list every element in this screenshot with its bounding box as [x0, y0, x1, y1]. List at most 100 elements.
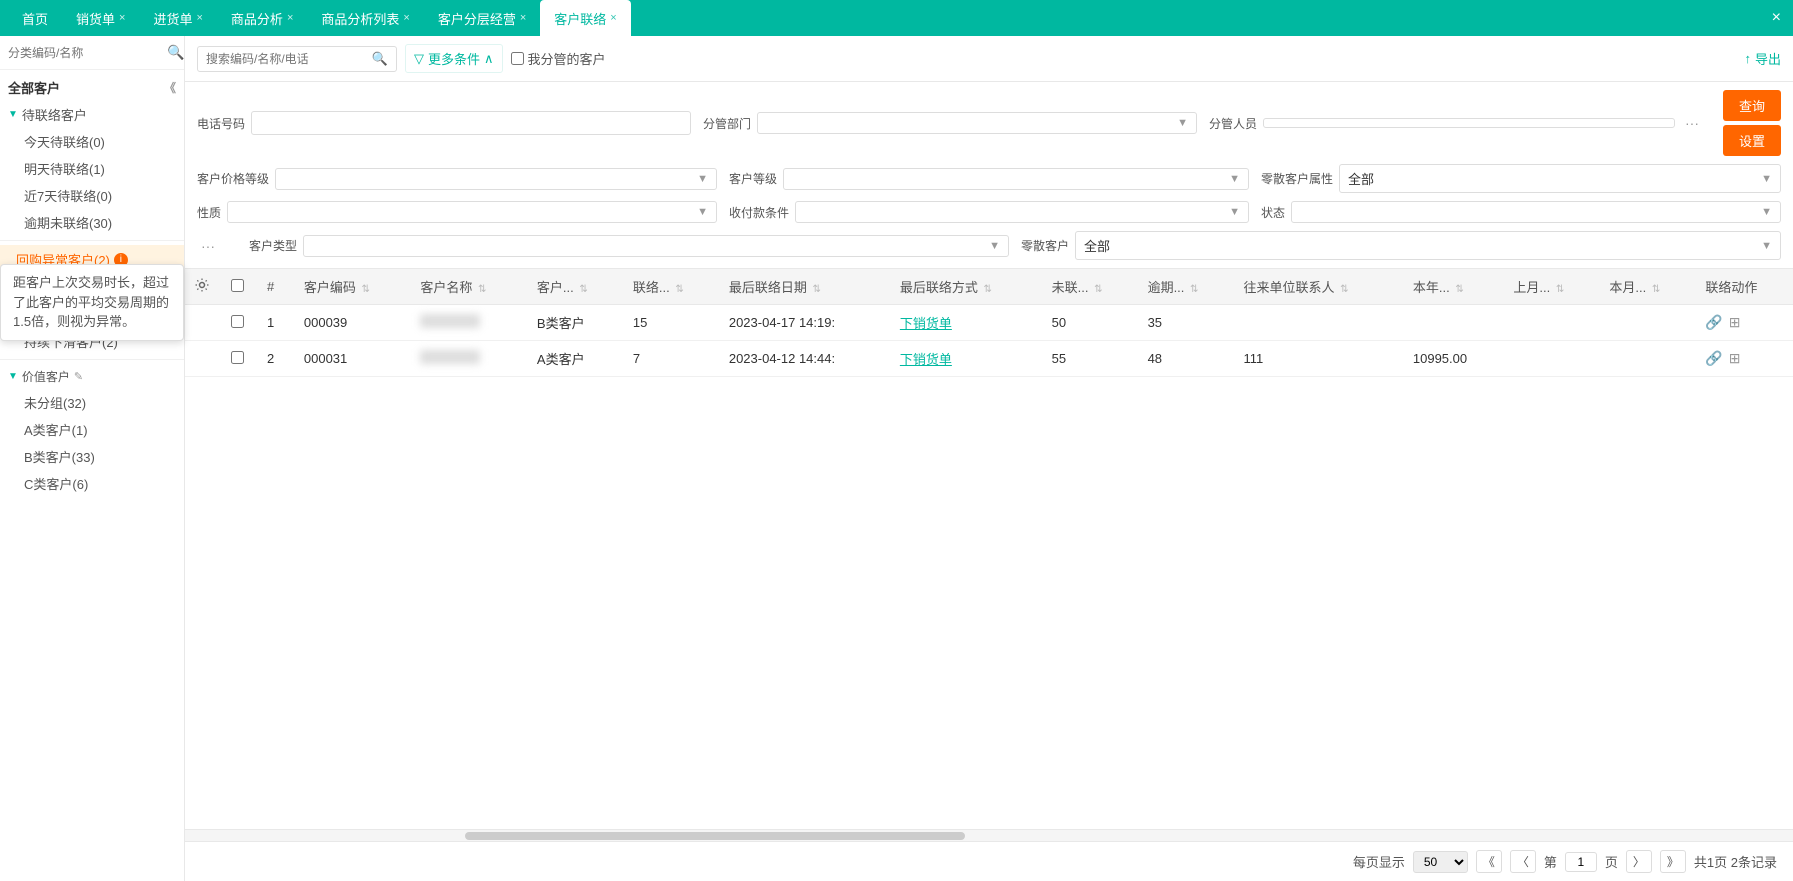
pagination-bar: 每页显示 50 20 100 《 〈 第 页 〉 》 共1页 2条记录 [185, 841, 1793, 881]
dept-chevron-icon: ▼ [1177, 117, 1188, 129]
pending-contact-title[interactable]: ▼ 待联络客户 [0, 101, 184, 128]
prev-page-button[interactable]: 〈 [1510, 850, 1536, 873]
value-customers-edit-icon[interactable]: ✎ [74, 370, 83, 383]
manager-dots-button[interactable]: ··· [1681, 115, 1703, 131]
last-page-button[interactable]: 》 [1660, 850, 1686, 873]
nav-product-analysis-list[interactable]: 商品分析列表 × [307, 0, 423, 36]
nav-purchase[interactable]: 进货单 × [139, 0, 216, 36]
th-this-month[interactable]: 本月... ⇅ [1599, 269, 1695, 305]
filter-payment-select[interactable]: ▼ [795, 201, 1249, 223]
row1-code[interactable]: 000039 [294, 305, 411, 341]
row2-code[interactable]: 000031 [294, 341, 411, 377]
toolbar-search-icon[interactable]: 🔍 [372, 51, 388, 67]
value-customers-title[interactable]: 价值客户 [22, 368, 70, 385]
sidebar-item-overdue[interactable]: 逾期未联络(30) [0, 209, 184, 236]
nav-sales-close[interactable]: × [119, 12, 125, 24]
sidebar-item-today[interactable]: 今天待联络(0) [0, 128, 184, 155]
filter-nature-select[interactable]: ▼ [227, 201, 717, 223]
toolbar-search-input[interactable] [206, 52, 368, 66]
my-customers-checkbox-label[interactable]: 我分管的客户 [511, 49, 606, 68]
row2-last-contact-method[interactable]: 下销货单 [890, 341, 1042, 377]
sidebar-item-tomorrow[interactable]: 明天待联络(1) [0, 155, 184, 182]
sidebar-item-7days[interactable]: 近7天待联络(0) [0, 182, 184, 209]
nav-customer-contact[interactable]: 客户联络 × [540, 0, 630, 36]
filter-retail-customer: 零散客户 全部 ▼ [1021, 231, 1781, 260]
row1-grid-icon[interactable]: ⊞ [1729, 314, 1741, 331]
sidebar-item-b-class[interactable]: B类客户(33) [0, 443, 184, 470]
contact-sort-icon[interactable]: ⇅ [675, 284, 683, 295]
filter-retail-attr-select[interactable]: 全部 ▼ [1339, 164, 1781, 193]
row1-link-icon[interactable]: 🔗 [1705, 314, 1722, 331]
sidebar-item-ungrouped[interactable]: 未分组(32) [0, 389, 184, 416]
page-number-input[interactable] [1565, 852, 1597, 872]
date-sort-icon[interactable]: ⇅ [812, 284, 820, 295]
th-no-contact[interactable]: 未联... ⇅ [1042, 269, 1138, 305]
this-year-sort-icon[interactable]: ⇅ [1455, 284, 1463, 295]
th-last-contact-method[interactable]: 最后联络方式 ⇅ [890, 269, 1042, 305]
nav-product-analysis-close[interactable]: × [287, 12, 293, 24]
category-sort-icon[interactable]: ⇅ [579, 284, 587, 295]
row1-select-checkbox[interactable] [231, 315, 244, 328]
filter-phone-input[interactable] [251, 111, 691, 135]
filter-status-select[interactable]: ▼ [1291, 201, 1781, 223]
select-all-checkbox[interactable] [231, 279, 244, 292]
sidebar-search-icon[interactable]: 🔍 [167, 44, 184, 61]
filter-manager-select[interactable] [1263, 118, 1675, 128]
row2-checkbox[interactable] [221, 341, 257, 377]
my-customers-checkbox[interactable] [511, 52, 524, 65]
last-month-sort-icon[interactable]: ⇅ [1556, 284, 1564, 295]
unit-contact-sort-icon[interactable]: ⇅ [1340, 284, 1348, 295]
name-sort-icon[interactable]: ⇅ [478, 284, 486, 295]
th-overdue[interactable]: 逾期... ⇅ [1138, 269, 1234, 305]
window-close-button[interactable]: × [1772, 9, 1781, 27]
row2-select-checkbox[interactable] [231, 351, 244, 364]
method-sort-icon[interactable]: ⇅ [984, 284, 992, 295]
filter-more-dots-button[interactable]: ··· [197, 238, 219, 254]
toolbar: 🔍 ▽ 更多条件 ∧ 我分管的客户 ↑ 导出 [185, 36, 1793, 82]
nav-customer-segment[interactable]: 客户分层经营 × [424, 0, 540, 36]
filter-retail-customer-select[interactable]: 全部 ▼ [1075, 231, 1781, 260]
nav-customer-segment-close[interactable]: × [520, 12, 526, 24]
no-contact-sort-icon[interactable]: ⇅ [1094, 284, 1102, 295]
sidebar-item-a-class[interactable]: A类客户(1) [0, 416, 184, 443]
th-category[interactable]: 客户... ⇅ [527, 269, 623, 305]
filter-dept-select[interactable]: ▼ [757, 112, 1197, 134]
next-page-button[interactable]: 〉 [1626, 850, 1652, 873]
row2-link-icon[interactable]: 🔗 [1705, 350, 1722, 367]
more-conditions-button[interactable]: ▽ 更多条件 ∧ [405, 44, 503, 73]
nav-product-analysis-list-close[interactable]: × [403, 12, 409, 24]
th-settings[interactable] [185, 269, 221, 305]
th-checkbox[interactable] [221, 269, 257, 305]
sidebar-search-input[interactable] [8, 46, 163, 60]
filter-customer-type-select[interactable]: ▼ [303, 235, 1009, 257]
overdue-sort-icon[interactable]: ⇅ [1190, 284, 1198, 295]
filter-customer-level-select[interactable]: ▼ [783, 168, 1249, 190]
first-page-button[interactable]: 《 [1476, 850, 1502, 873]
row1-checkbox[interactable] [221, 305, 257, 341]
th-this-year[interactable]: 本年... ⇅ [1403, 269, 1504, 305]
query-button[interactable]: 查询 [1723, 90, 1781, 121]
th-name[interactable]: 客户名称 ⇅ [410, 269, 527, 305]
horizontal-scrollbar[interactable] [185, 829, 1793, 841]
export-button[interactable]: ↑ 导出 [1744, 49, 1781, 68]
this-month-sort-icon[interactable]: ⇅ [1652, 284, 1660, 295]
scrollbar-thumb[interactable] [465, 832, 965, 840]
th-contact[interactable]: 联络... ⇅ [623, 269, 719, 305]
nav-customer-contact-close[interactable]: × [610, 12, 616, 24]
th-last-contact-date[interactable]: 最后联络日期 ⇅ [719, 269, 890, 305]
nav-purchase-close[interactable]: × [196, 12, 202, 24]
th-last-month[interactable]: 上月... ⇅ [1503, 269, 1599, 305]
nav-sales[interactable]: 销货单 × [62, 0, 139, 36]
nav-home[interactable]: 首页 [8, 0, 62, 36]
nav-product-analysis[interactable]: 商品分析 × [217, 0, 307, 36]
per-page-select[interactable]: 50 20 100 [1413, 851, 1468, 873]
sidebar-collapse-button[interactable]: 《 [164, 79, 176, 96]
settings-button[interactable]: 设置 [1723, 125, 1781, 156]
code-sort-icon[interactable]: ⇅ [362, 284, 370, 295]
row2-grid-icon[interactable]: ⊞ [1729, 350, 1741, 367]
th-code[interactable]: 客户编码 ⇅ [294, 269, 411, 305]
row1-last-contact-method[interactable]: 下销货单 [890, 305, 1042, 341]
sidebar-item-c-class[interactable]: C类客户(6) [0, 470, 184, 497]
filter-price-level-select[interactable]: ▼ [275, 168, 717, 190]
th-unit-contact[interactable]: 往来单位联系人 ⇅ [1234, 269, 1403, 305]
